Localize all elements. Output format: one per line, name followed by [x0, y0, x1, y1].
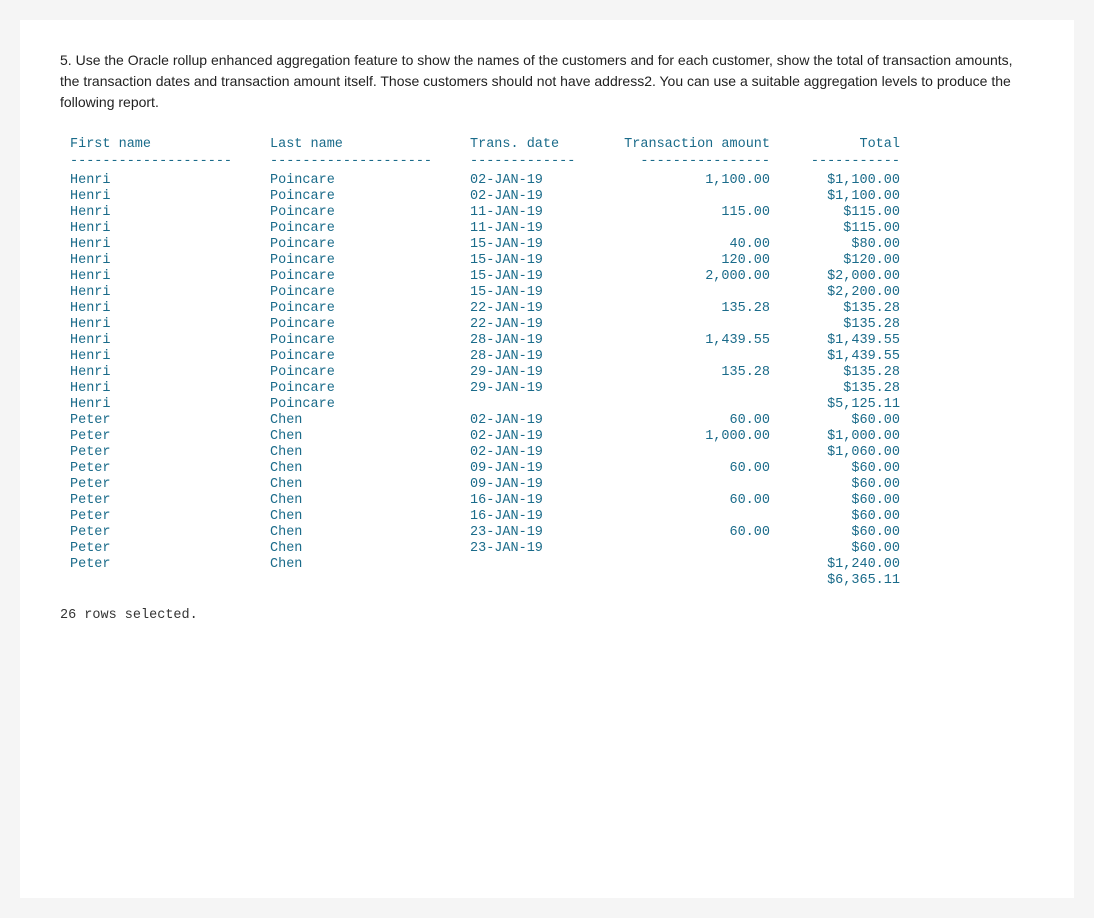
divider-trans-amount: ----------------	[610, 154, 780, 169]
table-row: HenriPoincare29-JAN-19135.28$135.28	[70, 365, 1034, 380]
divider-total: -----------	[780, 154, 900, 169]
table-row: PeterChen $1,240.00	[70, 557, 1034, 572]
header-last-name: Last name	[270, 137, 470, 152]
table-row: HenriPoincare02-JAN-191,100.00$1,100.00	[70, 173, 1034, 188]
table-row: HenriPoincare28-JAN-191,439.55$1,439.55	[70, 333, 1034, 348]
table-row: HenriPoincare15-JAN-1940.00$80.00	[70, 237, 1034, 252]
table-row: HenriPoincare02-JAN-19 $1,100.00	[70, 189, 1034, 204]
page-container: 5. Use the Oracle rollup enhanced aggreg…	[20, 20, 1074, 898]
table-row: PeterChen02-JAN-191,000.00$1,000.00	[70, 429, 1034, 444]
header-trans-date: Trans. date	[470, 137, 610, 152]
table-row: PeterChen09-JAN-1960.00$60.00	[70, 461, 1034, 476]
header-total: Total	[780, 137, 900, 152]
table-row: HenriPoincare22-JAN-19135.28$135.28	[70, 301, 1034, 316]
rows-selected: 26 rows selected.	[60, 608, 1034, 623]
divider-last-name: --------------------	[270, 154, 470, 169]
table-row: HenriPoincare28-JAN-19 $1,439.55	[70, 349, 1034, 364]
table-row: HenriPoincare29-JAN-19 $135.28	[70, 381, 1034, 396]
table-row: HenriPoincare11-JAN-19115.00$115.00	[70, 205, 1034, 220]
question-number: 5.	[60, 52, 72, 68]
table-body: HenriPoincare02-JAN-191,100.00$1,100.00H…	[70, 173, 1034, 588]
header-first-name: First name	[70, 137, 270, 152]
divider-trans-date: -------------	[470, 154, 610, 169]
table-row: PeterChen23-JAN-1960.00$60.00	[70, 525, 1034, 540]
table-row: PeterChen02-JAN-19 $1,060.00	[70, 445, 1034, 460]
table-row: HenriPoincare $5,125.11	[70, 397, 1034, 412]
table-row: PeterChen16-JAN-1960.00$60.00	[70, 493, 1034, 508]
table-row: PeterChen23-JAN-19 $60.00	[70, 541, 1034, 556]
table-divider-row: -------------------- -------------------…	[70, 154, 1034, 169]
divider-first-name: --------------------	[70, 154, 270, 169]
question-block: 5. Use the Oracle rollup enhanced aggreg…	[60, 50, 1034, 113]
table-row: HenriPoincare11-JAN-19 $115.00	[70, 221, 1034, 236]
table-row: PeterChen09-JAN-19 $60.00	[70, 477, 1034, 492]
header-trans-amount: Transaction amount	[610, 137, 780, 152]
table-row: HenriPoincare22-JAN-19 $135.28	[70, 317, 1034, 332]
table-row: HenriPoincare15-JAN-19 $2,200.00	[70, 285, 1034, 300]
query-result: First name Last name Trans. date Transac…	[70, 137, 1034, 588]
table-row: PeterChen16-JAN-19 $60.00	[70, 509, 1034, 524]
table-row: HenriPoincare15-JAN-192,000.00$2,000.00	[70, 269, 1034, 284]
rows-selected-text: 26 rows selected.	[60, 608, 198, 623]
table-row: PeterChen02-JAN-1960.00$60.00	[70, 413, 1034, 428]
table-row: $6,365.11	[70, 573, 1034, 588]
table-row: HenriPoincare15-JAN-19120.00$120.00	[70, 253, 1034, 268]
question-body: Use the Oracle rollup enhanced aggregati…	[60, 52, 1013, 110]
table-header-row: First name Last name Trans. date Transac…	[70, 137, 1034, 152]
